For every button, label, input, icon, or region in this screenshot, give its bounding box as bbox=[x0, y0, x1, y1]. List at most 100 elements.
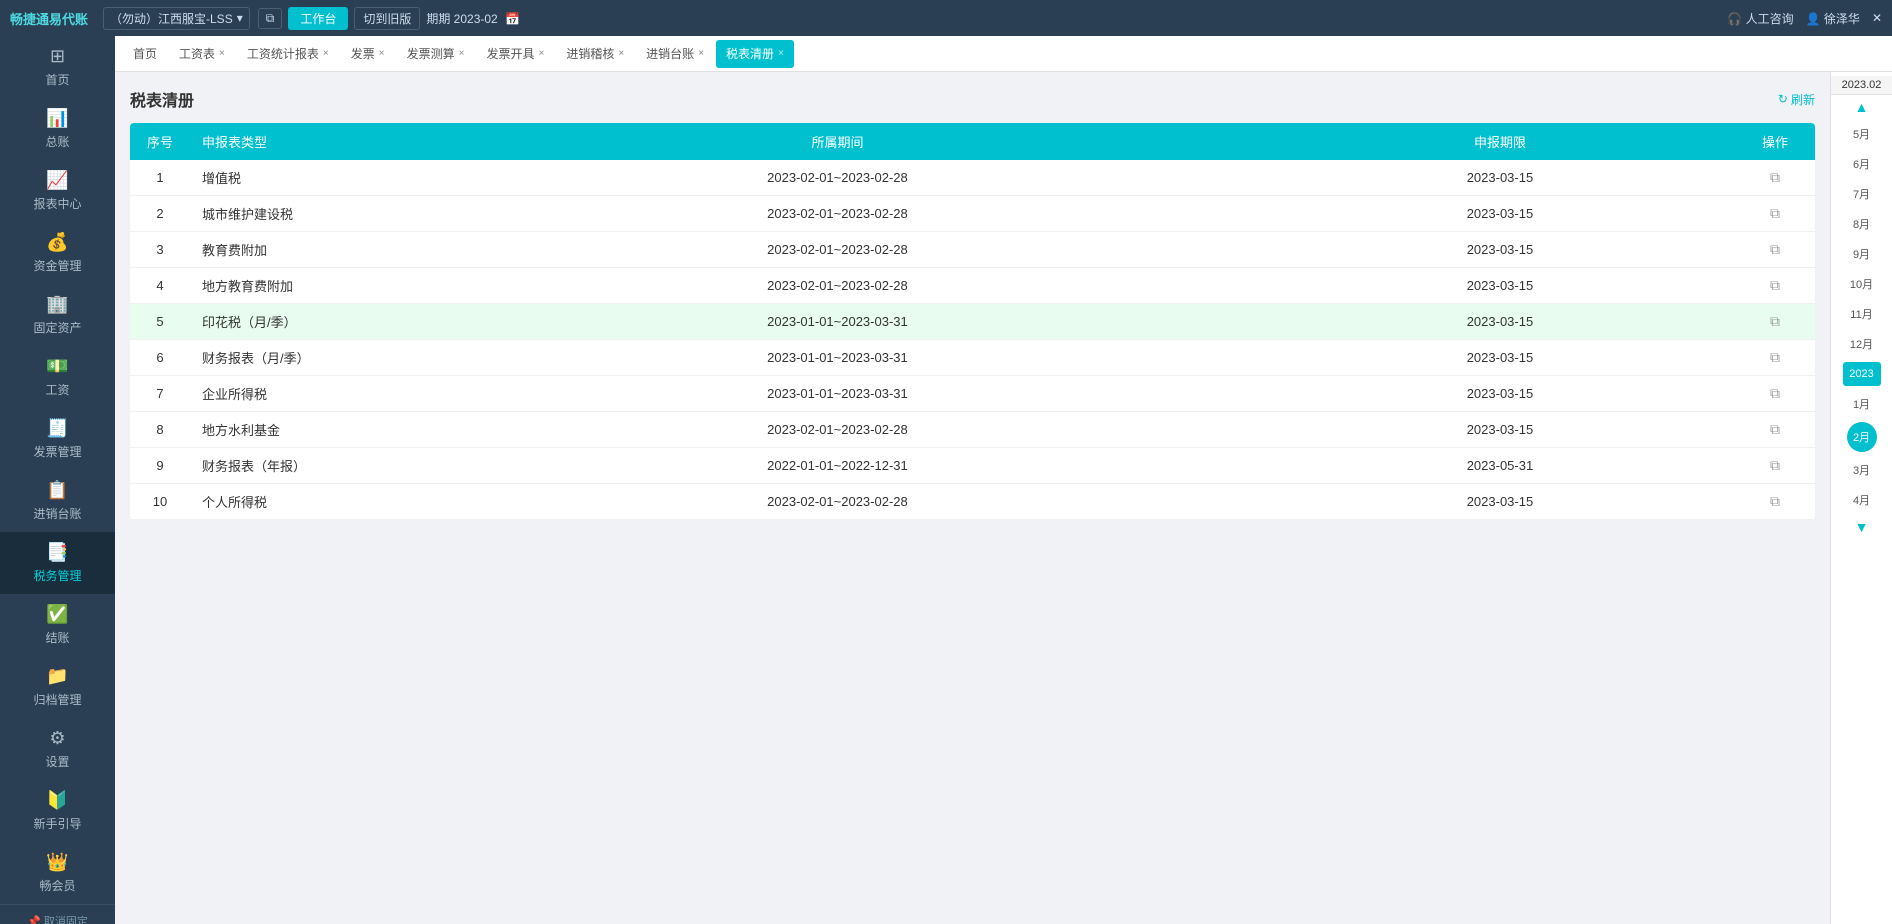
month-9[interactable]: 9月 bbox=[1831, 239, 1892, 269]
sidebar-item-purchase-ledger[interactable]: 📋 进销台账 bbox=[0, 470, 115, 532]
page-header: 税表清册 ↻ 刷新 bbox=[130, 87, 1815, 111]
sidebar-item-tax-mgmt[interactable]: 📑 税务管理 bbox=[0, 532, 115, 594]
month-7[interactable]: 7月 bbox=[1831, 179, 1892, 209]
close-window-btn[interactable]: ✕ bbox=[1872, 11, 1882, 25]
cell-action-1[interactable]: ⧉ bbox=[1735, 160, 1815, 196]
cell-action-8[interactable]: ⧉ bbox=[1735, 412, 1815, 448]
tab-invoice-close[interactable]: × bbox=[379, 48, 385, 59]
sidebar-item-reports[interactable]: 📈 报表中心 bbox=[0, 160, 115, 222]
action-icon-7[interactable]: ⧉ bbox=[1770, 385, 1780, 401]
cell-seq-10: 10 bbox=[130, 484, 190, 520]
sidebar-item-salary[interactable]: 💵 工资 bbox=[0, 346, 115, 408]
cell-action-10[interactable]: ⧉ bbox=[1735, 484, 1815, 520]
tab-invoice-open[interactable]: 发票开具 × bbox=[476, 40, 554, 68]
cell-action-9[interactable]: ⧉ bbox=[1735, 448, 1815, 484]
settings-icon: ⚙ bbox=[49, 728, 65, 749]
refresh-button[interactable]: ↻ 刷新 bbox=[1778, 91, 1815, 108]
calendar-icon[interactable]: 📅 bbox=[505, 12, 520, 26]
cell-action-3[interactable]: ⧉ bbox=[1735, 232, 1815, 268]
action-icon-2[interactable]: ⧉ bbox=[1770, 205, 1780, 221]
fixed-assets-icon: 🏢 bbox=[46, 294, 68, 315]
cancel-pin-btn[interactable]: 📌 取消固定 bbox=[0, 904, 115, 924]
sidebar-item-invoice-mgmt[interactable]: 🧾 发票管理 bbox=[0, 408, 115, 470]
sidebar-item-archive[interactable]: 📁 归档管理 bbox=[0, 656, 115, 718]
tab-purchase-ledger-label: 进销台账 bbox=[646, 45, 694, 62]
sidebar-label-invoice-mgmt: 发票管理 bbox=[33, 443, 81, 460]
cell-action-2[interactable]: ⧉ bbox=[1735, 196, 1815, 232]
action-icon-10[interactable]: ⧉ bbox=[1770, 493, 1780, 509]
table-row-6: 6财务报表（月/季）2023-01-01~2023-03-312023-03-1… bbox=[130, 340, 1815, 376]
month-6[interactable]: 6月 bbox=[1831, 149, 1892, 179]
action-icon-4[interactable]: ⧉ bbox=[1770, 277, 1780, 293]
tab-invoice[interactable]: 发票 × bbox=[341, 40, 395, 68]
ledger-icon: 📊 bbox=[46, 108, 68, 129]
nav-up-btn[interactable]: ▲ bbox=[1851, 95, 1873, 119]
month-12[interactable]: 12月 bbox=[1831, 329, 1892, 359]
action-icon-8[interactable]: ⧉ bbox=[1770, 421, 1780, 437]
action-icon-3[interactable]: ⧉ bbox=[1770, 241, 1780, 257]
tab-home[interactable]: 首页 bbox=[123, 40, 167, 68]
action-icon-1[interactable]: ⧉ bbox=[1770, 169, 1780, 185]
month-4[interactable]: 4月 bbox=[1831, 485, 1892, 515]
tab-purchase-check[interactable]: 进销稽核 × bbox=[556, 40, 634, 68]
sidebar-item-settings[interactable]: ⚙ 设置 bbox=[0, 718, 115, 780]
sidebar-item-funds[interactable]: 💰 资金管理 bbox=[0, 222, 115, 284]
tab-invoice-calc[interactable]: 发票测算 × bbox=[397, 40, 475, 68]
salary-icon: 💵 bbox=[46, 356, 68, 377]
month-2-active[interactable]: 2月 bbox=[1831, 419, 1892, 455]
cell-type-5: 印花税（月/季） bbox=[190, 304, 410, 340]
sidebar-item-ledger[interactable]: 📊 总账 bbox=[0, 98, 115, 160]
invoice-mgmt-icon: 🧾 bbox=[46, 418, 68, 439]
help-btn[interactable]: 🎧 人工咨询 bbox=[1727, 10, 1793, 27]
workbench-button[interactable]: 工作台 bbox=[288, 7, 348, 30]
cell-seq-7: 7 bbox=[130, 376, 190, 412]
sidebar-item-new-guide[interactable]: 🔰 新手引导 bbox=[0, 780, 115, 842]
tab-salary-report-close[interactable]: × bbox=[323, 48, 329, 59]
tab-purchase-ledger[interactable]: 进销台账 × bbox=[636, 40, 714, 68]
app-logo: 畅捷通易代账 bbox=[10, 9, 88, 28]
month-11[interactable]: 11月 bbox=[1831, 299, 1892, 329]
tab-tax-list[interactable]: 税表清册 × bbox=[716, 40, 794, 68]
month-8[interactable]: 8月 bbox=[1831, 209, 1892, 239]
sidebar-label-funds: 资金管理 bbox=[33, 257, 81, 274]
action-icon-5[interactable]: ⧉ bbox=[1770, 313, 1780, 329]
new-guide-icon: 🔰 bbox=[46, 790, 68, 811]
action-icon-6[interactable]: ⧉ bbox=[1770, 349, 1780, 365]
tab-invoice-open-close[interactable]: × bbox=[538, 48, 544, 59]
sidebar-item-member[interactable]: 👑 畅会员 bbox=[0, 842, 115, 904]
cell-seq-5: 5 bbox=[130, 304, 190, 340]
purchase-ledger-icon: 📋 bbox=[46, 480, 68, 501]
tab-purchase-ledger-close[interactable]: × bbox=[698, 48, 704, 59]
user-menu[interactable]: 👤 徐泽华 bbox=[1806, 10, 1860, 27]
tab-salary-close[interactable]: × bbox=[219, 48, 225, 59]
sidebar-item-fixed-assets[interactable]: 🏢 固定资产 bbox=[0, 284, 115, 346]
cell-period-7: 2023-01-01~2023-03-31 bbox=[410, 376, 1265, 412]
cell-action-5[interactable]: ⧉ bbox=[1735, 304, 1815, 340]
month-1[interactable]: 1月 bbox=[1831, 389, 1892, 419]
cell-seq-1: 1 bbox=[130, 160, 190, 196]
sidebar-item-home[interactable]: ⊞ 首页 bbox=[0, 36, 115, 98]
nav-down-btn[interactable]: ▼ bbox=[1851, 515, 1873, 539]
sidebar-item-closing[interactable]: ✅ 结账 bbox=[0, 594, 115, 656]
month-3[interactable]: 3月 bbox=[1831, 455, 1892, 485]
cell-type-1: 增值税 bbox=[190, 160, 410, 196]
cell-action-4[interactable]: ⧉ bbox=[1735, 268, 1815, 304]
action-icon-9[interactable]: ⧉ bbox=[1770, 457, 1780, 473]
tab-salary[interactable]: 工资表 × bbox=[169, 40, 235, 68]
cell-seq-3: 3 bbox=[130, 232, 190, 268]
company-selector[interactable]: （勿动）江西服宝-LSS ▾ bbox=[103, 7, 250, 30]
cell-deadline-5: 2023-03-15 bbox=[1265, 304, 1735, 340]
home-icon: ⊞ bbox=[50, 46, 65, 67]
cell-action-7[interactable]: ⧉ bbox=[1735, 376, 1815, 412]
copy-icon-btn[interactable]: ⧉ bbox=[258, 8, 283, 29]
tab-tax-list-close[interactable]: × bbox=[778, 48, 784, 59]
switch-button[interactable]: 切到旧版 bbox=[354, 7, 420, 30]
sidebar-label-reports: 报表中心 bbox=[33, 195, 81, 212]
tab-salary-report[interactable]: 工资统计报表 × bbox=[237, 40, 339, 68]
tab-invoice-calc-close[interactable]: × bbox=[459, 48, 465, 59]
tab-purchase-check-close[interactable]: × bbox=[618, 48, 624, 59]
col-header-deadline: 申报期限 bbox=[1265, 123, 1735, 160]
cell-action-6[interactable]: ⧉ bbox=[1735, 340, 1815, 376]
month-5[interactable]: 5月 bbox=[1831, 119, 1892, 149]
month-10[interactable]: 10月 bbox=[1831, 269, 1892, 299]
